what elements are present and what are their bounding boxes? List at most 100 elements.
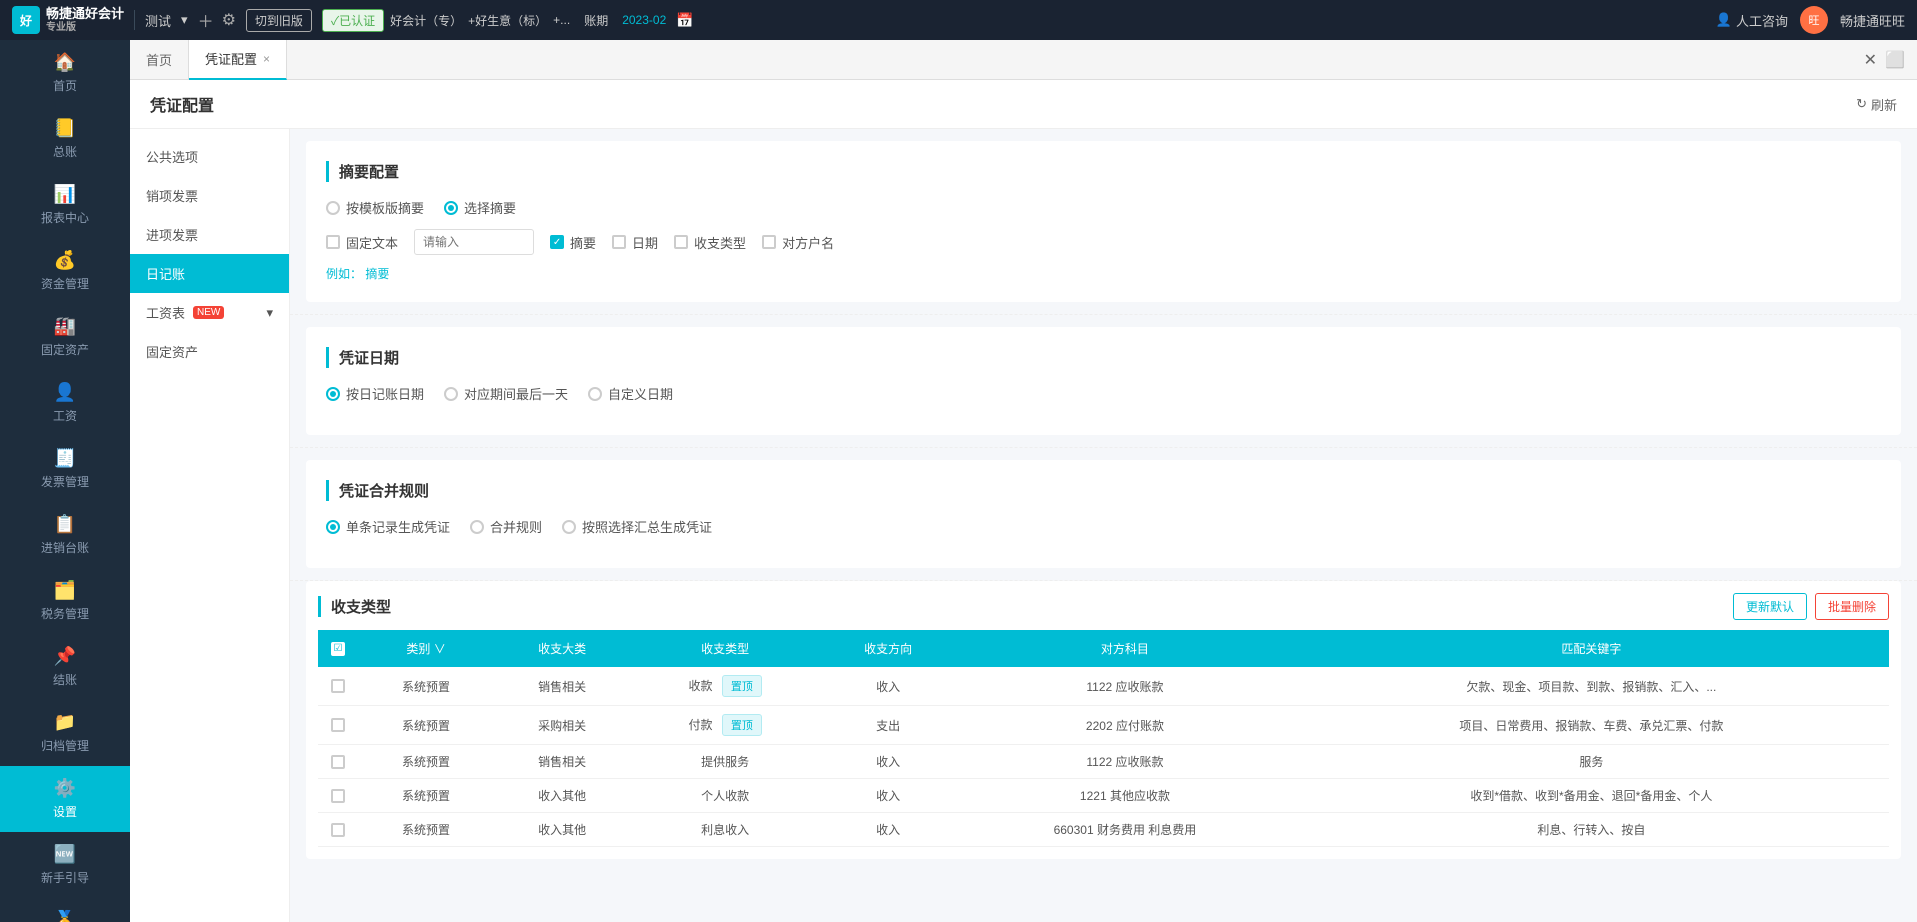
checkbox-box-income-type (674, 235, 688, 249)
sidebar-item-close[interactable]: 📌 结账 (0, 634, 130, 700)
logo-title: 畅捷通好会计 (46, 7, 124, 21)
sidebar-item-invoice[interactable]: 🧾 发票管理 (0, 436, 130, 502)
sidebar-item-report[interactable]: 📊 报表中心 (0, 172, 130, 238)
tab-close-window-icon[interactable]: ✕ (1864, 50, 1877, 70)
sidebar-item-settings[interactable]: ⚙️ 设置 (0, 766, 130, 832)
logo: 好 畅捷通好会计 专业版 (12, 6, 124, 34)
tab-close-icon[interactable]: × (263, 52, 270, 66)
tab-maximize-icon[interactable]: ⬜ (1885, 50, 1905, 70)
invoice-icon: 🧾 (54, 448, 76, 469)
table-row: 系统预置 销售相关 收款 置顶 收入 1122 应收账款 (318, 667, 1889, 706)
nav-item-diary[interactable]: 日记账 (130, 254, 289, 293)
th-major-type: 收支大类 (494, 630, 630, 667)
td-checkbox-1[interactable] (318, 667, 358, 706)
td-checkbox-4[interactable] (318, 779, 358, 813)
close-book-icon: 📌 (54, 646, 76, 667)
sidebar-item-home[interactable]: 🏠 首页 (0, 40, 130, 106)
row-checkbox-4[interactable] (331, 789, 345, 803)
left-nav: 公共选项 销项发票 进项发票 日记账 工资表 NEW ▾ (130, 129, 290, 922)
row-checkbox-3[interactable] (331, 755, 345, 769)
tax-icon: 🗂️ (54, 580, 76, 601)
sidebar-item-archive[interactable]: 📁 归档管理 (0, 700, 130, 766)
sidebar-item-guide[interactable]: 🆕 新手引导 (0, 832, 130, 898)
sidebar-item-label: 税务管理 (41, 605, 89, 622)
th-checkbox[interactable]: ☑ (318, 630, 358, 667)
table-actions: 更新默认 批量删除 (1733, 593, 1889, 620)
test-dropdown[interactable]: ▾ (181, 12, 188, 28)
radio-single-record[interactable]: 单条记录生成凭证 (326, 517, 450, 536)
radio-circle-select-aggregate (562, 520, 576, 534)
checkbox-summary[interactable]: ✓ 摘要 (550, 233, 596, 252)
sidebar-item-ledger[interactable]: 📒 总账 (0, 106, 130, 172)
period-value: 2023-02 (622, 13, 666, 27)
tab-voucher-config[interactable]: 凭证配置 × (189, 40, 287, 80)
radio-circle-period-last (444, 387, 458, 401)
radio-merge-rule[interactable]: 合并规则 (470, 517, 542, 536)
nav-item-fixed-assets[interactable]: 固定资产 (130, 332, 289, 371)
sidebar-item-member[interactable]: 🏅 畅会员 (0, 898, 130, 922)
td-major-3: 销售相关 (494, 745, 630, 779)
voucher-date-section: 凭证日期 按日记账日期 对应期间最后一天 自定义日期 (306, 327, 1901, 435)
divider-1 (290, 314, 1917, 315)
row-checkbox-2[interactable] (331, 718, 345, 732)
gear-icon[interactable]: ⚙ (222, 10, 236, 30)
merge-rules-radio-group: 单条记录生成凭证 合并规则 按照选择汇总生成凭证 (326, 517, 1881, 536)
page-header: 凭证配置 ↻ 刷新 (130, 80, 1917, 129)
checkbox-box-counterpart (762, 235, 776, 249)
tab-home[interactable]: 首页 (130, 40, 189, 80)
radio-select-summary[interactable]: 选择摘要 (444, 198, 516, 217)
voucher-date-radio-group: 按日记账日期 对应期间最后一天 自定义日期 (326, 384, 1881, 403)
sidebar-item-sales[interactable]: 📋 进销台账 (0, 502, 130, 568)
calendar-icon[interactable]: 📅 (676, 12, 693, 29)
sidebar-item-fund[interactable]: 💰 资金管理 (0, 238, 130, 304)
td-major-5: 收入其他 (494, 813, 630, 847)
checkbox-fixed-text[interactable]: 固定文本 (326, 233, 398, 252)
nav-item-sales-invoice[interactable]: 销项发票 (130, 176, 289, 215)
switch-btn[interactable]: 切到旧版 (246, 9, 312, 32)
header-checkbox[interactable]: ☑ (331, 642, 345, 656)
th-type: 收支类型 (630, 630, 820, 667)
plus-icon[interactable]: ＋ (198, 8, 214, 32)
member-icon: 🏅 (54, 910, 76, 922)
table-row: 系统预置 采购相关 付款 置顶 支出 2202 应付账款 (318, 706, 1889, 745)
sidebar-item-tax[interactable]: 🗂️ 税务管理 (0, 568, 130, 634)
td-direction-2: 支出 (820, 706, 956, 745)
td-keywords-4: 收到*借款、收到*备用金、退回*备用金、个人 (1294, 779, 1889, 813)
radio-diary-date[interactable]: 按日记账日期 (326, 384, 424, 403)
user-name: 畅捷通旺旺 (1840, 11, 1905, 30)
radio-custom-date[interactable]: 自定义日期 (588, 384, 673, 403)
refresh-icon: ↻ (1856, 96, 1867, 112)
batch-delete-btn[interactable]: 批量删除 (1815, 593, 1889, 620)
th-direction: 收支方向 (820, 630, 956, 667)
override-btn-1[interactable]: 置顶 (722, 675, 762, 697)
update-default-btn[interactable]: 更新默认 (1733, 593, 1807, 620)
checkbox-income-type[interactable]: 收支类型 (674, 233, 746, 252)
radio-period-last[interactable]: 对应期间最后一天 (444, 384, 568, 403)
nav-item-purchase-invoice[interactable]: 进项发票 (130, 215, 289, 254)
sidebar-item-label: 工资 (53, 407, 77, 424)
override-btn-2[interactable]: 置顶 (722, 714, 762, 736)
radio-select-aggregate[interactable]: 按照选择汇总生成凭证 (562, 517, 712, 536)
table-row: 系统预置 收入其他 利息收入 收入 660301 财务费用 利息费用 利息、行转… (318, 813, 1889, 847)
td-type-2: 付款 置顶 (630, 706, 820, 745)
arrow-icon: ▾ (266, 305, 273, 321)
nav-item-payroll[interactable]: 工资表 NEW ▾ (130, 293, 289, 332)
row-checkbox-1[interactable] (331, 679, 345, 693)
report-icon: 📊 (54, 184, 76, 205)
checkbox-date[interactable]: 日期 (612, 233, 658, 252)
td-checkbox-3[interactable] (318, 745, 358, 779)
refresh-btn[interactable]: ↻ 刷新 (1856, 95, 1897, 114)
consult-btn[interactable]: 👤 人工咨询 (1716, 11, 1788, 30)
nav-item-public[interactable]: 公共选项 (130, 137, 289, 176)
checkbox-counterpart[interactable]: 对方户名 (762, 233, 834, 252)
td-category-1: 系统预置 (358, 667, 494, 706)
sidebar-item-label: 新手引导 (41, 869, 89, 886)
sidebar-item-salary[interactable]: 👤 工资 (0, 370, 130, 436)
sidebar-item-assets[interactable]: 🏭 固定资产 (0, 304, 130, 370)
radio-template-summary[interactable]: 按模板版摘要 (326, 198, 424, 217)
sidebar-item-label: 进销台账 (41, 539, 89, 556)
fixed-text-input[interactable] (414, 229, 534, 255)
td-checkbox-5[interactable] (318, 813, 358, 847)
td-checkbox-2[interactable] (318, 706, 358, 745)
row-checkbox-5[interactable] (331, 823, 345, 837)
